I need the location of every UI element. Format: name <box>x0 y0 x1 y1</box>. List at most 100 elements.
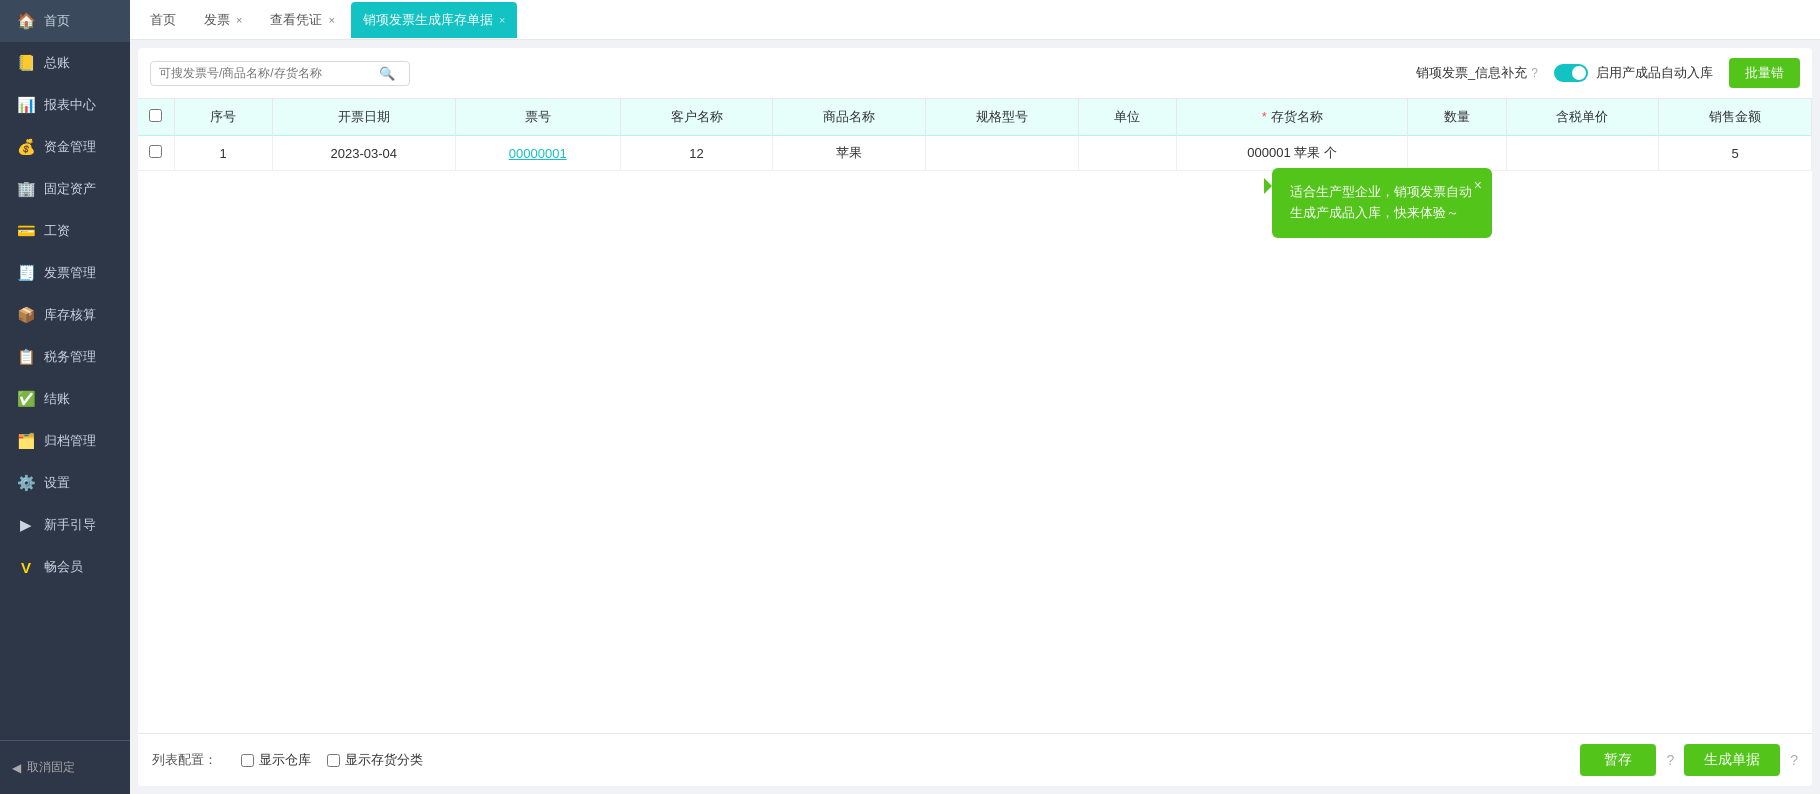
cell-checkbox[interactable] <box>138 136 174 171</box>
sidebar-item-label: 归档管理 <box>44 432 96 450</box>
show-category-option[interactable]: 显示存货分类 <box>327 751 423 769</box>
show-warehouse-option[interactable]: 显示仓库 <box>241 751 311 769</box>
guide-icon: ▶ <box>16 516 36 534</box>
invoices-icon: 🧾 <box>16 264 36 282</box>
col-ticket-no: 票号 <box>455 99 620 136</box>
sidebar-item-label: 新手引导 <box>44 516 96 534</box>
search-box[interactable]: 🔍 <box>150 61 410 86</box>
tab-voucher[interactable]: 查看凭证 × <box>258 2 346 38</box>
sidebar-item-reports[interactable]: 📊 报表中心 <box>0 84 130 126</box>
table-row: 1 2023-03-04 00000001 12 苹果 000001 苹果 个 … <box>138 136 1812 171</box>
sidebar-item-label: 畅会员 <box>44 558 83 576</box>
tab-inventory-receipt[interactable]: 销项发票生成库存单据 × <box>351 2 517 38</box>
unpin-icon: ◀ <box>12 761 21 775</box>
bottom-bar: 列表配置： 显示仓库 显示存货分类 暂存 ? 生成单据 ? <box>138 733 1812 786</box>
sidebar-item-label: 税务管理 <box>44 348 96 366</box>
cell-seq: 1 <box>174 136 272 171</box>
sidebar-item-label: 资金管理 <box>44 138 96 156</box>
info-label: 销项发票_信息补充 ? <box>1416 64 1538 82</box>
sidebar-item-label: 设置 <box>44 474 70 492</box>
tab-home[interactable]: 首页 <box>138 2 188 38</box>
col-unit: 单位 <box>1078 99 1176 136</box>
cell-unit <box>1078 136 1176 171</box>
generate-button[interactable]: 生成单据 <box>1684 744 1780 776</box>
search-icon: 🔍 <box>379 66 395 81</box>
tab-invoice-close[interactable]: × <box>236 14 242 26</box>
show-warehouse-label: 显示仓库 <box>259 751 311 769</box>
page-content: 🔍 销项发票_信息补充 ? 启用产成品自动入库 批量错 <box>138 48 1812 786</box>
sidebar: 🏠 首页 📒 总账 📊 报表中心 💰 资金管理 🏢 固定资产 💳 工资 🧾 发票… <box>0 0 130 794</box>
sidebar-item-label: 库存核算 <box>44 306 96 324</box>
sidebar-item-archive[interactable]: 🗂️ 归档管理 <box>0 420 130 462</box>
cell-quantity <box>1408 136 1506 171</box>
select-all-checkbox[interactable] <box>149 109 162 122</box>
col-seq: 序号 <box>174 99 272 136</box>
sidebar-item-label: 首页 <box>44 12 70 30</box>
cell-inventory-name: 000001 苹果 个 <box>1177 136 1408 171</box>
table-header-row: 序号 开票日期 票号 客户名称 商品名称 规格型号 单位 存货名称 数量 含税单… <box>138 99 1812 136</box>
sidebar-item-label: 固定资产 <box>44 180 96 198</box>
sidebar-item-payroll[interactable]: 💳 工资 <box>0 210 130 252</box>
sidebar-item-ledger[interactable]: 📒 总账 <box>0 42 130 84</box>
tab-inventory-receipt-label: 销项发票生成库存单据 <box>363 11 493 29</box>
data-table: 序号 开票日期 票号 客户名称 商品名称 规格型号 单位 存货名称 数量 含税单… <box>138 99 1812 171</box>
sidebar-item-label: 总账 <box>44 54 70 72</box>
tab-voucher-close[interactable]: × <box>328 14 334 26</box>
auto-warehouse-toggle[interactable] <box>1554 64 1588 82</box>
show-warehouse-checkbox[interactable] <box>241 754 254 767</box>
sidebar-item-invoices[interactable]: 🧾 发票管理 <box>0 252 130 294</box>
payroll-icon: 💳 <box>16 222 36 240</box>
settings-icon: ⚙️ <box>16 474 36 492</box>
tab-home-label: 首页 <box>150 11 176 29</box>
sidebar-item-label: 发票管理 <box>44 264 96 282</box>
save-button[interactable]: 暂存 <box>1580 744 1656 776</box>
sidebar-item-guide[interactable]: ▶ 新手引导 <box>0 504 130 546</box>
sidebar-item-settlement[interactable]: ✅ 结账 <box>0 378 130 420</box>
sidebar-item-label: 报表中心 <box>44 96 96 114</box>
col-unit-price: 含税单价 <box>1506 99 1659 136</box>
funds-icon: 💰 <box>16 138 36 156</box>
tab-invoice-label: 发票 <box>204 11 230 29</box>
sidebar-item-assets[interactable]: 🏢 固定资产 <box>0 168 130 210</box>
reports-icon: 📊 <box>16 96 36 114</box>
save-help-icon[interactable]: ? <box>1666 752 1674 768</box>
sidebar-item-vip[interactable]: V 畅会员 <box>0 546 130 588</box>
ticket-no-link[interactable]: 00000001 <box>509 146 567 161</box>
unpin-label: 取消固定 <box>27 759 75 776</box>
cell-customer: 12 <box>620 136 773 171</box>
show-category-label: 显示存货分类 <box>345 751 423 769</box>
sidebar-bottom: ◀ 取消固定 <box>0 740 130 794</box>
tab-invoice[interactable]: 发票 × <box>192 2 254 38</box>
cell-unit-price <box>1506 136 1659 171</box>
home-icon: 🏠 <box>16 12 36 30</box>
cell-date: 2023-03-04 <box>272 136 455 171</box>
col-spec: 规格型号 <box>926 99 1079 136</box>
tab-inventory-receipt-close[interactable]: × <box>499 14 505 26</box>
row-checkbox[interactable] <box>149 145 162 158</box>
batch-button[interactable]: 批量错 <box>1729 58 1800 88</box>
col-quantity: 数量 <box>1408 99 1506 136</box>
assets-icon: 🏢 <box>16 180 36 198</box>
main-area: 首页 发票 × 查看凭证 × 销项发票生成库存单据 × 🔍 销项发票_信息补充 <box>130 0 1820 794</box>
sidebar-item-inventory[interactable]: 📦 库存核算 <box>0 294 130 336</box>
tooltip-text: 适合生产型企业，销项发票自动生成产成品入库，快来体验～ <box>1290 184 1472 220</box>
col-goods-name: 商品名称 <box>773 99 926 136</box>
inventory-icon: 📦 <box>16 306 36 324</box>
vip-icon: V <box>16 559 36 576</box>
sidebar-item-home[interactable]: 🏠 首页 <box>0 0 130 42</box>
col-customer: 客户名称 <box>620 99 773 136</box>
cell-goods-name: 苹果 <box>773 136 926 171</box>
sidebar-item-label: 工资 <box>44 222 70 240</box>
sidebar-item-funds[interactable]: 💰 资金管理 <box>0 126 130 168</box>
unpin-button[interactable]: ◀ 取消固定 <box>0 749 130 786</box>
sidebar-item-tax[interactable]: 📋 税务管理 <box>0 336 130 378</box>
sidebar-item-settings[interactable]: ⚙️ 设置 <box>0 462 130 504</box>
cell-amount: 5 <box>1659 136 1812 171</box>
search-input[interactable] <box>159 66 379 80</box>
cell-ticket-no[interactable]: 00000001 <box>455 136 620 171</box>
tooltip-close-button[interactable]: × <box>1474 174 1482 196</box>
info-help-icon[interactable]: ? <box>1531 66 1538 80</box>
generate-help-icon[interactable]: ? <box>1790 752 1798 768</box>
show-category-checkbox[interactable] <box>327 754 340 767</box>
bottom-right: 暂存 ? 生成单据 ? <box>1580 744 1798 776</box>
